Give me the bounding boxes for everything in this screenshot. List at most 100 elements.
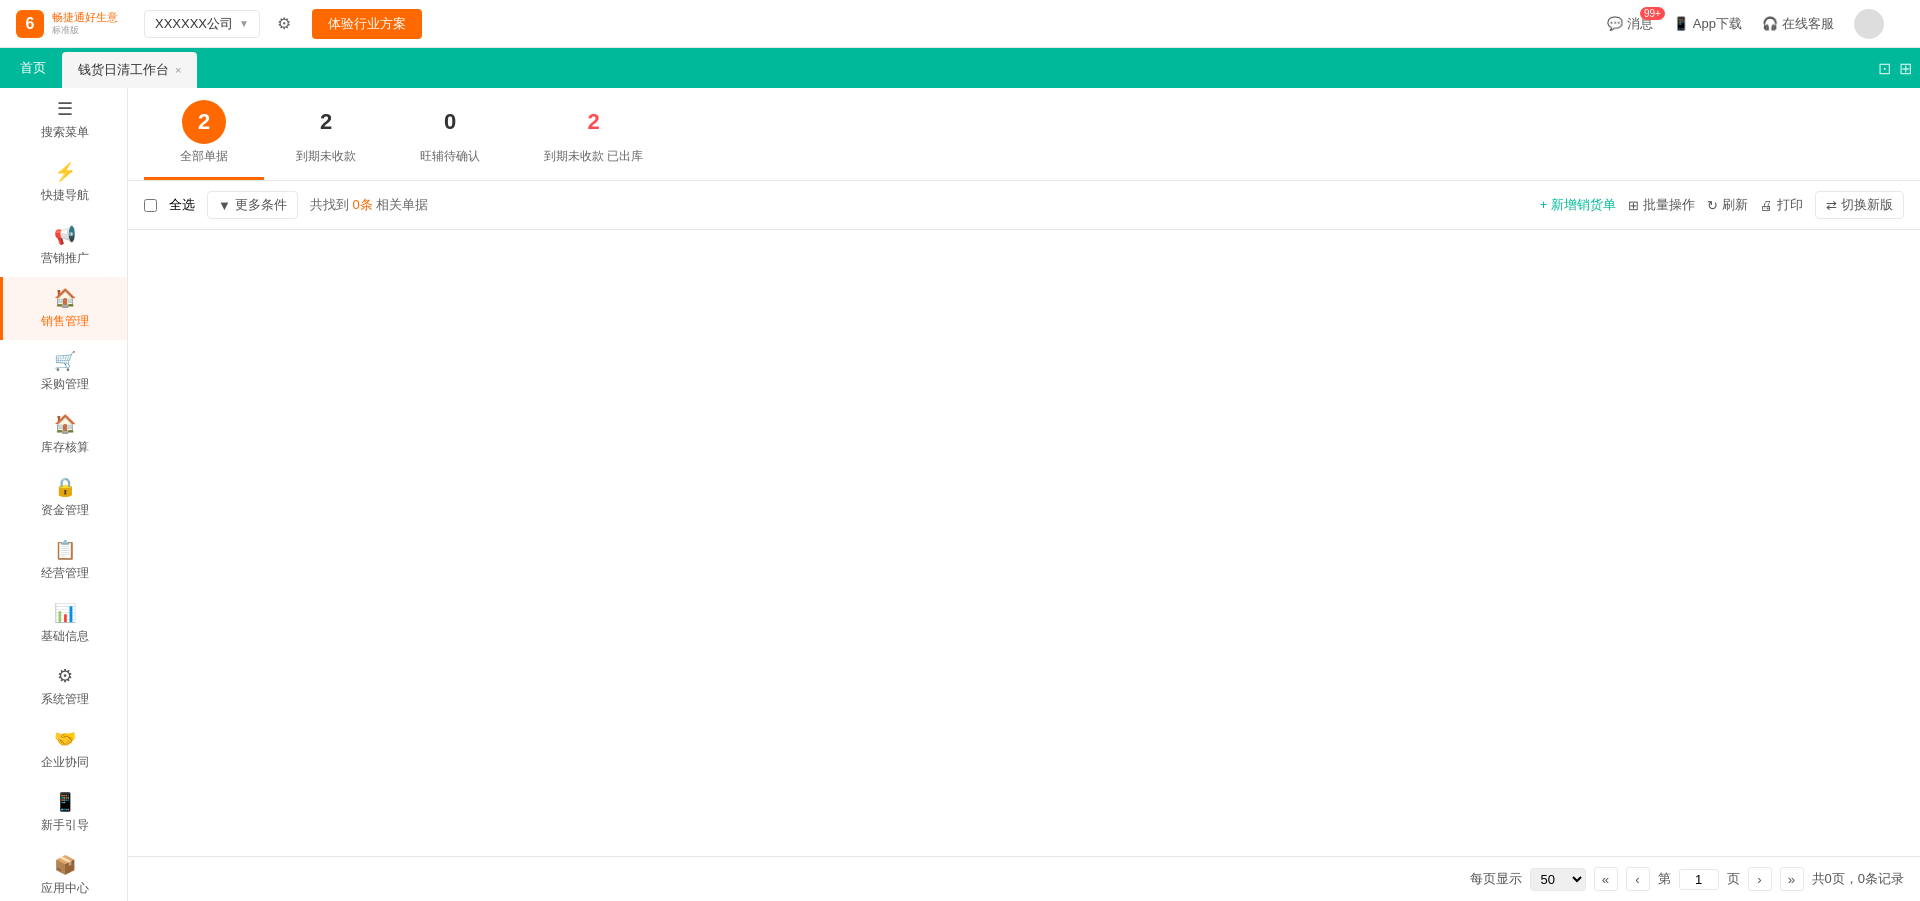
- sidebar-item-base-info-label: 基础信息: [41, 628, 89, 645]
- found-suffix: 相关单据: [376, 197, 428, 212]
- batch-op-button[interactable]: ⊞ 批量操作: [1628, 196, 1695, 214]
- print-button[interactable]: 🖨 打印: [1760, 196, 1803, 214]
- per-page-label: 每页显示: [1470, 870, 1522, 888]
- more-filter-button[interactable]: ▼ 更多条件: [207, 191, 298, 219]
- sidebar-item-purchase-mgmt-label: 采购管理: [41, 376, 89, 393]
- tab-maximize-icon[interactable]: ⊞: [1899, 59, 1912, 78]
- sales-mgmt-icon: 🏠: [54, 287, 76, 309]
- message-button[interactable]: 💬 消息 99+: [1607, 15, 1653, 33]
- new-bill-label: + 新增销货单: [1540, 196, 1616, 214]
- select-all-checkbox[interactable]: [144, 199, 157, 212]
- avatar[interactable]: [1854, 9, 1884, 39]
- select-all-label: 全选: [169, 196, 195, 214]
- operations-icon: 📋: [54, 539, 76, 561]
- sidebar-item-system-mgmt[interactable]: ⚙ 系统管理: [0, 655, 127, 718]
- refresh-button[interactable]: ↻ 刷新: [1707, 196, 1748, 214]
- online-service-button[interactable]: 🎧 在线客服: [1762, 15, 1834, 33]
- sidebar-item-app-center-label: 应用中心: [41, 880, 89, 897]
- top-header: 6 畅捷通好生意 标准版 XXXXXX公司 ▼ ⚙ 体验行业方案 💬 消息 99…: [0, 0, 1920, 48]
- batch-op-label: 批量操作: [1643, 196, 1695, 214]
- stat-wang-pending-count: 0: [428, 100, 472, 144]
- sidebar-item-app-center[interactable]: 📦 应用中心: [0, 844, 127, 901]
- message-icon: 💬: [1607, 16, 1623, 31]
- stat-tab-wang-pending[interactable]: 0 旺辅待确认: [388, 88, 512, 180]
- print-icon: 🖨: [1760, 198, 1773, 213]
- found-text-label: 共找到: [310, 197, 349, 212]
- sidebar-item-operations[interactable]: 📋 经营管理: [0, 529, 127, 592]
- page-first-button[interactable]: «: [1594, 867, 1618, 891]
- sidebar-item-search-menu-label: 搜索菜单: [41, 124, 89, 141]
- page-suffix: 页: [1727, 870, 1740, 888]
- tab-close-icon[interactable]: ×: [175, 64, 181, 76]
- app-download-label: App下载: [1693, 15, 1742, 33]
- sidebar-item-enterprise-label: 企业协同: [41, 754, 89, 771]
- tab-work-station[interactable]: 钱货日清工作台 ×: [62, 52, 197, 88]
- tab-minimize-icon[interactable]: ⊡: [1878, 59, 1891, 78]
- app-download-button[interactable]: 📱 App下载: [1673, 15, 1742, 33]
- page-number-input[interactable]: [1679, 869, 1719, 890]
- settings-button[interactable]: ⚙: [268, 8, 300, 40]
- page-next-button[interactable]: ›: [1748, 867, 1772, 891]
- sidebar-item-guide-label: 新手引导: [41, 817, 89, 834]
- online-service-icon: 🎧: [1762, 16, 1778, 31]
- main-layout: ☰ 搜索菜单 ⚡ 快捷导航 📢 营销推广 🏠 销售管理 🛒 采购管理 🏠 库存核…: [0, 88, 1920, 901]
- page-last-button[interactable]: »: [1780, 867, 1804, 891]
- company-selector[interactable]: XXXXXX公司 ▼: [144, 10, 260, 38]
- finance-icon: 🔒: [54, 476, 76, 498]
- settings-icon: ⚙: [277, 14, 291, 33]
- sidebar-item-quick-nav-label: 快捷导航: [41, 187, 89, 204]
- switch-version-button[interactable]: ⇄ 切换新版: [1815, 191, 1904, 219]
- sidebar-item-sales-mgmt[interactable]: 🏠 销售管理: [0, 277, 127, 340]
- sidebar-item-quick-nav[interactable]: ⚡ 快捷导航: [0, 151, 127, 214]
- header-right: 💬 消息 99+ 📱 App下载 🎧 在线客服: [1607, 9, 1904, 39]
- company-name: XXXXXX公司: [155, 15, 233, 33]
- app-download-icon: 📱: [1673, 16, 1689, 31]
- guide-icon: 📱: [54, 791, 76, 813]
- found-info: 共找到 0条 相关单据: [310, 196, 428, 214]
- sidebar: ☰ 搜索菜单 ⚡ 快捷导航 📢 营销推广 🏠 销售管理 🛒 采购管理 🏠 库存核…: [0, 88, 128, 901]
- trial-button[interactable]: 体验行业方案: [312, 9, 422, 39]
- sidebar-item-inventory[interactable]: 🏠 库存核算: [0, 403, 127, 466]
- sidebar-item-enterprise[interactable]: 🤝 企业协同: [0, 718, 127, 781]
- tab-home[interactable]: 首页: [4, 48, 62, 88]
- sidebar-item-operations-label: 经营管理: [41, 565, 89, 582]
- stat-all-label: 全部单据: [180, 148, 228, 165]
- sidebar-item-base-info[interactable]: 📊 基础信息: [0, 592, 127, 655]
- sidebar-item-finance[interactable]: 🔒 资金管理: [0, 466, 127, 529]
- filter-icon: ▼: [218, 198, 231, 213]
- stat-tab-overdue-unpaid[interactable]: 2 到期未收款: [264, 88, 388, 180]
- logo-icon: 6: [16, 10, 44, 38]
- print-label: 打印: [1777, 196, 1803, 214]
- switch-version-icon: ⇄: [1826, 198, 1837, 213]
- new-bill-button[interactable]: + 新增销货单: [1540, 196, 1616, 214]
- toolbar: 全选 ▼ 更多条件 共找到 0条 相关单据 + 新增销货单 ⊞ 批量操作 ↻: [128, 181, 1920, 230]
- sidebar-item-purchase-mgmt[interactable]: 🛒 采购管理: [0, 340, 127, 403]
- tab-bar-actions: ⊡ ⊞: [1878, 59, 1920, 78]
- per-page-select[interactable]: 50 20 100: [1530, 868, 1586, 891]
- app-name: 畅捷通好生意: [52, 10, 118, 24]
- filter-label: 更多条件: [235, 196, 287, 214]
- found-count: 0条: [353, 197, 373, 212]
- sidebar-item-search-menu[interactable]: ☰ 搜索菜单: [0, 88, 127, 151]
- content-area: 2 全部单据 2 到期未收款 0 旺辅待确认 2 到期未收款 已出库 全选 ▼ …: [128, 88, 1920, 901]
- sidebar-item-guide[interactable]: 📱 新手引导: [0, 781, 127, 844]
- tab-home-label: 首页: [20, 59, 46, 77]
- page-label: 第: [1658, 870, 1671, 888]
- enterprise-icon: 🤝: [54, 728, 76, 750]
- purchase-mgmt-icon: 🛒: [54, 350, 76, 372]
- inventory-icon: 🏠: [54, 413, 76, 435]
- stat-tab-all[interactable]: 2 全部单据: [144, 88, 264, 180]
- search-menu-icon: ☰: [57, 98, 73, 120]
- pagination: 每页显示 50 20 100 « ‹ 第 页 › » 共0页，0条记录: [128, 856, 1920, 901]
- sidebar-item-sales-mgmt-label: 销售管理: [41, 313, 89, 330]
- app-badge: 标准版: [52, 24, 118, 37]
- page-prev-button[interactable]: ‹: [1626, 867, 1650, 891]
- stat-overdue-unshipped-count: 2: [572, 100, 616, 144]
- sidebar-item-marketing[interactable]: 📢 营销推广: [0, 214, 127, 277]
- logo-area: 6 畅捷通好生意 标准版: [16, 10, 144, 38]
- company-dropdown-icon: ▼: [239, 18, 249, 29]
- stat-tab-overdue-unshipped[interactable]: 2 到期未收款 已出库: [512, 88, 675, 180]
- stat-wang-pending-label: 旺辅待确认: [420, 148, 480, 165]
- refresh-label: 刷新: [1722, 196, 1748, 214]
- tab-work-station-label: 钱货日清工作台: [78, 61, 169, 79]
